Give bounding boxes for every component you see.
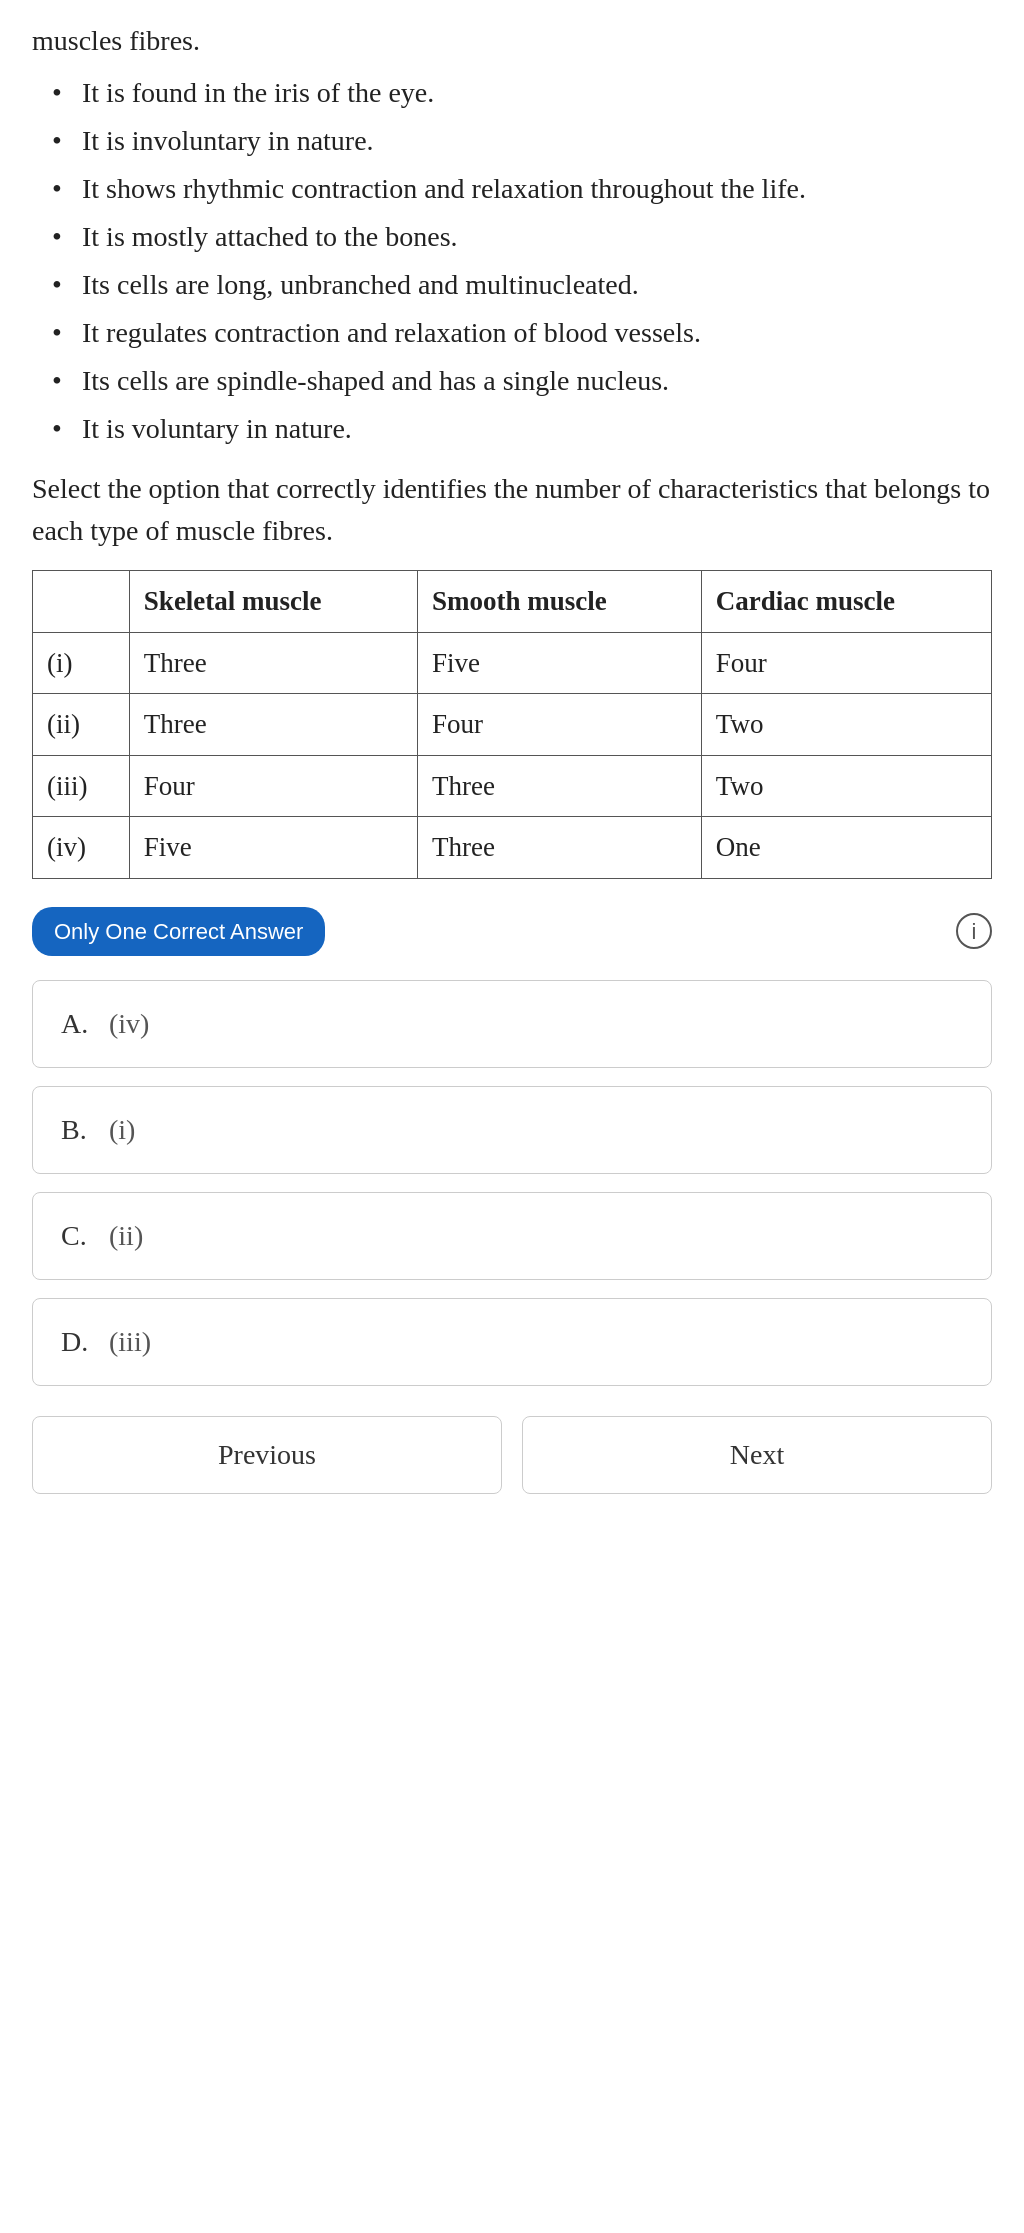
row-label-4: (iv) [33, 817, 130, 879]
nav-buttons: Previous Next [32, 1416, 992, 1494]
row-skeletal-4: Five [129, 817, 417, 879]
next-button[interactable]: Next [522, 1416, 992, 1494]
option-b-value: (i) [109, 1109, 135, 1151]
option-a[interactable]: A. (iv) [32, 980, 992, 1068]
table-row: (i) Three Five Four [33, 632, 992, 694]
row-skeletal-2: Three [129, 694, 417, 756]
row-cardiac-3: Two [701, 755, 991, 817]
options-section: A. (iv) B. (i) C. (ii) D. (iii) [32, 980, 992, 1386]
option-b[interactable]: B. (i) [32, 1086, 992, 1174]
bullet-item-1: It is found in the iris of the eye. [52, 72, 992, 114]
info-icon[interactable]: i [956, 913, 992, 949]
option-b-letter: B. [61, 1109, 91, 1151]
muscles-label: muscles fibres. [32, 20, 992, 62]
bullet-item-5: Its cells are long, unbranched and multi… [52, 264, 992, 306]
bullet-item-6: It regulates contraction and relaxation … [52, 312, 992, 354]
answer-type-badge: Only One Correct Answer [32, 907, 325, 956]
bullet-list: It is found in the iris of the eye. It i… [52, 72, 992, 450]
question-text: Select the option that correctly identif… [32, 468, 992, 552]
row-label-1: (i) [33, 632, 130, 694]
row-cardiac-4: One [701, 817, 991, 879]
row-smooth-3: Three [417, 755, 701, 817]
bullet-item-2: It is involuntary in nature. [52, 120, 992, 162]
table-row: (iii) Four Three Two [33, 755, 992, 817]
bullet-item-4: It is mostly attached to the bones. [52, 216, 992, 258]
row-smooth-2: Four [417, 694, 701, 756]
main-content: muscles fibres. It is found in the iris … [32, 20, 992, 1494]
table-row: (ii) Three Four Two [33, 694, 992, 756]
row-label-2: (ii) [33, 694, 130, 756]
previous-button[interactable]: Previous [32, 1416, 502, 1494]
option-d-value: (iii) [109, 1321, 151, 1363]
bullet-item-8: It is voluntary in nature. [52, 408, 992, 450]
option-d-letter: D. [61, 1321, 91, 1363]
row-smooth-4: Three [417, 817, 701, 879]
option-c[interactable]: C. (ii) [32, 1192, 992, 1280]
row-smooth-1: Five [417, 632, 701, 694]
row-label-3: (iii) [33, 755, 130, 817]
table-header-smooth: Smooth muscle [417, 571, 701, 633]
option-a-value: (iv) [109, 1003, 149, 1045]
row-skeletal-3: Four [129, 755, 417, 817]
bullet-item-3: It shows rhythmic contraction and relaxa… [52, 168, 992, 210]
option-d[interactable]: D. (iii) [32, 1298, 992, 1386]
row-cardiac-2: Two [701, 694, 991, 756]
table-header-cardiac: Cardiac muscle [701, 571, 991, 633]
option-c-value: (ii) [109, 1215, 143, 1257]
row-skeletal-1: Three [129, 632, 417, 694]
table-header-empty [33, 571, 130, 633]
bullet-item-7: Its cells are spindle-shaped and has a s… [52, 360, 992, 402]
muscle-table: Skeletal muscle Smooth muscle Cardiac mu… [32, 570, 992, 879]
option-c-letter: C. [61, 1215, 91, 1257]
table-row: (iv) Five Three One [33, 817, 992, 879]
option-a-letter: A. [61, 1003, 91, 1045]
badge-row: Only One Correct Answer i [32, 907, 992, 956]
table-header-skeletal: Skeletal muscle [129, 571, 417, 633]
row-cardiac-1: Four [701, 632, 991, 694]
